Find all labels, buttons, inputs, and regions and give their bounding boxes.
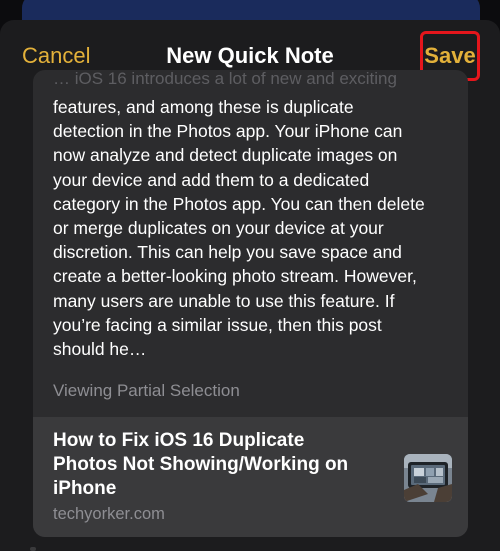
note-card[interactable]: … iOS 16 introduces a lot of new and exc… (33, 70, 468, 537)
excerpt-line: create a better-looking photo stream. Ho… (53, 266, 417, 287)
excerpt-line: should he… (53, 339, 147, 360)
excerpt-line: your device and add them to a dedicated (53, 169, 370, 190)
link-title-line: How to Fix iOS 16 Duplicate (53, 430, 305, 451)
excerpt-line: many users are unable to use this featur… (53, 290, 395, 311)
photo-thumbnail-icon (404, 454, 452, 502)
excerpt-line: features, and among these is duplicate (53, 97, 354, 117)
excerpt-line: or merge duplicates on your device at yo… (53, 218, 384, 239)
partial-selection-label[interactable]: Viewing Partial Selection (53, 381, 240, 401)
excerpt-line: now analyze and detect duplicate images … (53, 145, 398, 166)
excerpt-line: discretion. This can help you save space… (53, 242, 402, 263)
excerpt-line: category in the Photos app. You can then… (53, 193, 425, 214)
faded-text-line: … iOS 16 introduces a lot of new and exc… (53, 70, 397, 88)
excerpt-line: detection in the Photos app. Your iPhone… (53, 121, 403, 142)
bottom-edge-marker (30, 547, 36, 551)
note-excerpt: features, and among these is duplicate d… (53, 95, 453, 361)
link-title-line: iPhone (53, 478, 117, 499)
link-title-line: Photos Not Showing/Working on (53, 454, 349, 475)
link-domain: techyorker.com (53, 505, 165, 523)
link-title: How to Fix iOS 16 Duplicate Photos Not S… (53, 429, 383, 501)
excerpt-line: you’re facing a similar issue, then this… (53, 314, 382, 335)
thumbnail-graphic (404, 454, 452, 502)
link-preview[interactable]: How to Fix iOS 16 Duplicate Photos Not S… (33, 417, 468, 537)
